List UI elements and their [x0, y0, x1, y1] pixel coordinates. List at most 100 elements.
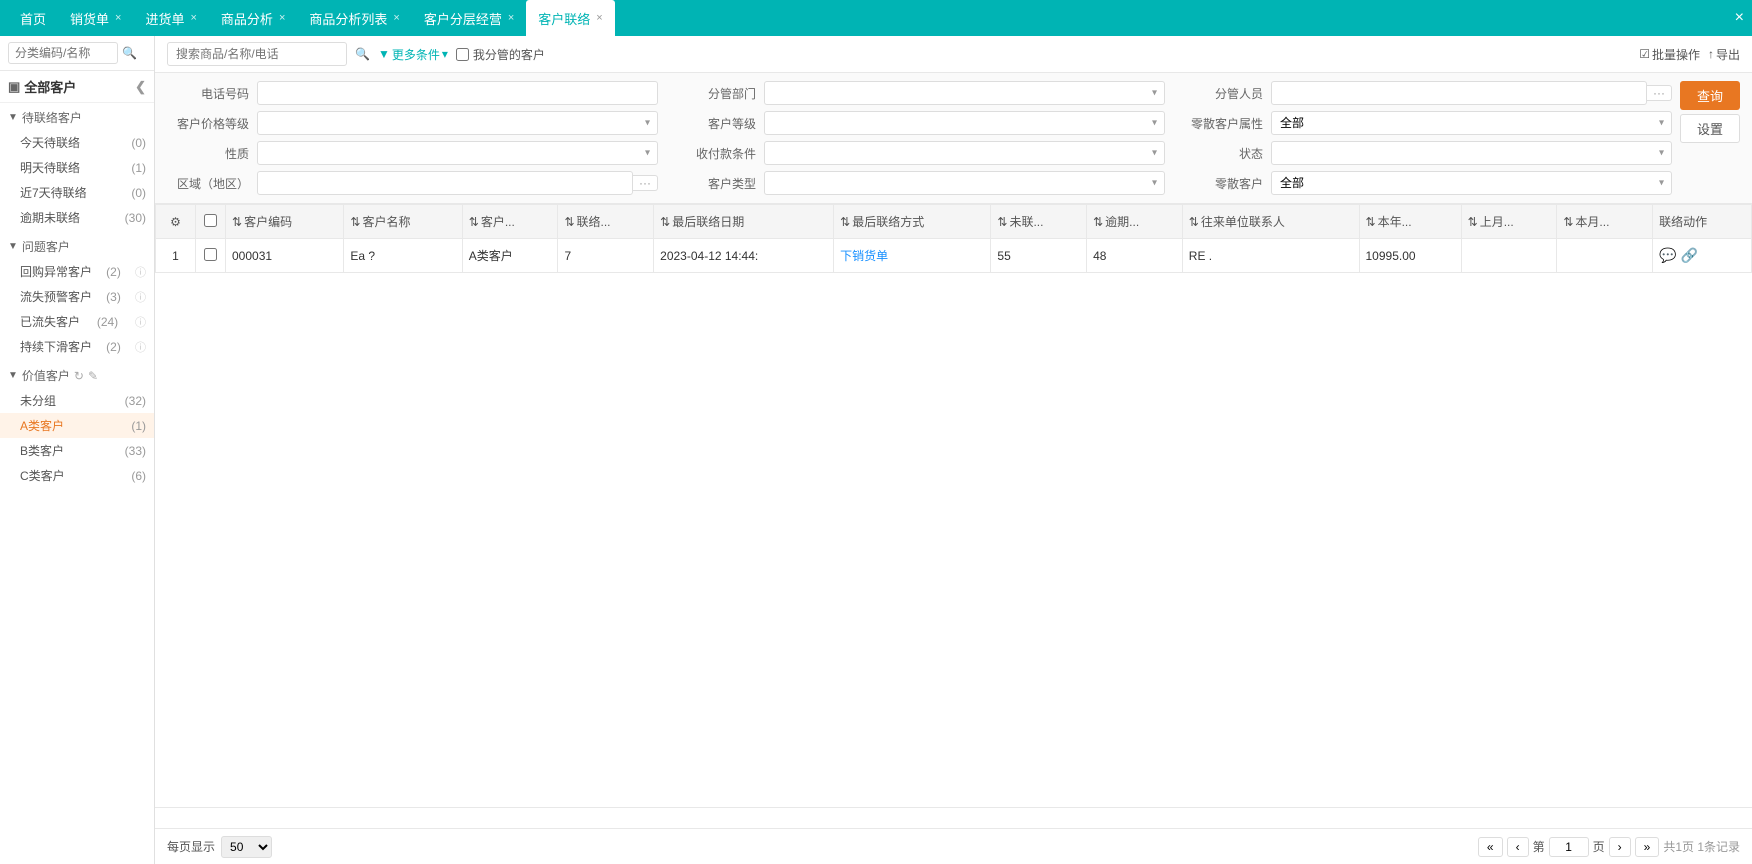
refresh-icon[interactable]: ↻ [74, 369, 84, 383]
th-last-method[interactable]: ⇅最后联络方式 [834, 205, 991, 239]
nav-sales[interactable]: 销货单 × [58, 0, 133, 36]
query-button[interactable]: 查询 [1680, 81, 1740, 110]
td-checkbox[interactable] [196, 239, 226, 273]
row-checkbox[interactable] [204, 248, 217, 261]
sidebar-item-overdue-pending[interactable]: 逾期未联络 (30) [0, 205, 154, 230]
td-last-month [1461, 239, 1557, 273]
sidebar-search-input[interactable] [8, 42, 118, 64]
sidebar-item-tomorrow-pending[interactable]: 明天待联络 (1) [0, 155, 154, 180]
sidebar-item-churned[interactable]: 已流失客户 (24) ⓘ [0, 309, 154, 334]
close-product-list-icon[interactable]: × [393, 12, 399, 24]
th-level[interactable]: ⇅客户... [462, 205, 558, 239]
nav-purchase[interactable]: 进货单 × [133, 0, 208, 36]
th-name[interactable]: ⇅客户名称 [344, 205, 462, 239]
nav-home[interactable]: 首页 [8, 0, 58, 36]
th-this-month[interactable]: ⇅本月... [1557, 205, 1653, 239]
my-customers-filter[interactable]: 我分管的客户 [456, 46, 545, 63]
filter-search-input[interactable] [167, 42, 347, 66]
sidebar-item-class-a[interactable]: A类客户 (1) [0, 413, 154, 438]
first-page-btn[interactable]: « [1478, 837, 1503, 857]
status-select[interactable] [1271, 141, 1672, 165]
customer-level-select[interactable] [764, 111, 1165, 135]
td-no-contact: 55 [991, 239, 1087, 273]
payment-select[interactable] [764, 141, 1165, 165]
sidebar-item-churn-warning[interactable]: 流失预警客户 (3) ⓘ [0, 284, 154, 309]
region-more-icon[interactable]: ··· [633, 175, 658, 191]
current-page-input[interactable] [1549, 837, 1589, 857]
th-this-year[interactable]: ⇅本年... [1359, 205, 1461, 239]
status-field: 状态 ▾ [1181, 141, 1672, 165]
info-icon-4: ⓘ [135, 339, 146, 355]
arrow-down-icon: ▼ [8, 112, 18, 123]
nav-product-analysis-list[interactable]: 商品分析列表 × [297, 0, 411, 36]
close-purchase-icon[interactable]: × [190, 12, 196, 24]
sidebar-group-value: ▼ 价值客户 ↻ ✎ 未分组 (32) A类客户 (1) B类客户 (33) C… [0, 361, 154, 490]
sidebar-collapse-icon[interactable]: ❮ [135, 79, 146, 95]
link-action-icon[interactable]: 🔗 [1681, 247, 1698, 264]
horizontal-scrollbar[interactable] [155, 812, 1752, 824]
th-last-date[interactable]: ⇅最后联络日期 [654, 205, 834, 239]
edit-group-icon[interactable]: ✎ [88, 369, 98, 383]
price-level-wrap: ▾ [257, 111, 658, 135]
chat-action-icon[interactable]: 💬 [1659, 247, 1676, 264]
filter-bar: 🔍 ▼ 更多条件 ▾ 我分管的客户 ☑ 批量操作 ↑ 导出 [155, 36, 1752, 73]
my-customers-checkbox[interactable] [456, 48, 469, 61]
region-input[interactable] [257, 171, 633, 195]
close-customer-contact-icon[interactable]: × [596, 12, 602, 24]
last-page-btn[interactable]: » [1635, 837, 1660, 857]
select-all-checkbox[interactable] [204, 214, 217, 227]
th-contact[interactable]: ⇅联络... [558, 205, 654, 239]
grid-icon: ▣ [8, 79, 20, 95]
th-last-month[interactable]: ⇅上月... [1461, 205, 1557, 239]
setting-button[interactable]: 设置 [1680, 114, 1740, 143]
th-contact-person[interactable]: ⇅往来单位联系人 [1182, 205, 1359, 239]
th-no-contact[interactable]: ⇅未联... [991, 205, 1087, 239]
filter-search-icon[interactable]: 🔍 [355, 47, 370, 61]
retail-customer-select[interactable]: 全部 [1271, 171, 1672, 195]
price-level-select[interactable] [257, 111, 658, 135]
sidebar-item-today-pending[interactable]: 今天待联络 (0) [0, 130, 154, 155]
sidebar-all-customers-header[interactable]: ▣ 全部客户 ❮ [0, 71, 154, 103]
sidebar-group-pending-title[interactable]: ▼ 待联络客户 [0, 105, 154, 130]
phone-input[interactable] [257, 81, 658, 105]
close-product-analysis-icon[interactable]: × [279, 12, 285, 24]
td-last-method[interactable]: 下销货单 [834, 239, 991, 273]
close-all-tabs-icon[interactable]: × [1735, 9, 1744, 27]
nav-product-analysis[interactable]: 商品分析 × [209, 0, 297, 36]
nav-customer-contact[interactable]: 客户联络 × [526, 0, 614, 36]
customer-type-select[interactable] [764, 171, 1165, 195]
sidebar-item-class-b[interactable]: B类客户 (33) [0, 438, 154, 463]
sidebar-item-ungrouped[interactable]: 未分组 (32) [0, 388, 154, 413]
last-method-link[interactable]: 下销货单 [840, 249, 888, 263]
export-btn[interactable]: ↑ 导出 [1708, 46, 1740, 63]
prev-page-btn[interactable]: ‹ [1507, 837, 1529, 857]
close-sales-icon[interactable]: × [115, 12, 121, 24]
next-page-btn[interactable]: › [1609, 837, 1631, 857]
th-checkbox[interactable] [196, 205, 226, 239]
manager-input[interactable] [1271, 81, 1647, 105]
sidebar-item-class-c[interactable]: C类客户 (6) [0, 463, 154, 488]
th-settings[interactable]: ⚙ [156, 205, 196, 239]
dept-select[interactable] [764, 81, 1165, 105]
retail-attr-select[interactable]: 全部 [1271, 111, 1672, 135]
td-action: 💬 🔗 [1653, 239, 1752, 273]
sidebar-group-problem-title[interactable]: ▼ 问题客户 [0, 234, 154, 259]
table-container: ⚙ ⇅客户编码 ⇅客户名称 ⇅客户... [155, 204, 1752, 807]
manager-more-icon[interactable]: ··· [1647, 85, 1672, 101]
sidebar: 🔍 ▣ 全部客户 ❮ ▼ 待联络客户 今天待联络 (0) 明天待联络 (1) 近… [0, 36, 155, 864]
th-code[interactable]: ⇅客户编码 [226, 205, 344, 239]
sidebar-item-declining[interactable]: 持续下滑客户 (2) ⓘ [0, 334, 154, 359]
sidebar-group-value-title[interactable]: ▼ 价值客户 ↻ ✎ [0, 363, 154, 388]
sidebar-item-repurchase-abnormal[interactable]: 回购异常客户 (2) ⓘ [0, 259, 154, 284]
sidebar-item-7days-pending[interactable]: 近7天待联络 (0) [0, 180, 154, 205]
close-customer-segment-icon[interactable]: × [508, 12, 514, 24]
sidebar-search-icon[interactable]: 🔍 [122, 46, 137, 60]
nature-select[interactable] [257, 141, 658, 165]
more-conditions-btn[interactable]: ▼ 更多条件 ▾ [378, 46, 448, 63]
th-overdue[interactable]: ⇅逾期... [1087, 205, 1183, 239]
info-icon-1: ⓘ [135, 264, 146, 280]
page-size-select[interactable]: 50 10 20 100 [221, 836, 272, 858]
nav-customer-segment[interactable]: 客户分层经营 × [412, 0, 526, 36]
batch-ops-btn[interactable]: ☑ 批量操作 [1639, 46, 1700, 63]
sidebar-group-pending: ▼ 待联络客户 今天待联络 (0) 明天待联络 (1) 近7天待联络 (0) 逾… [0, 103, 154, 232]
